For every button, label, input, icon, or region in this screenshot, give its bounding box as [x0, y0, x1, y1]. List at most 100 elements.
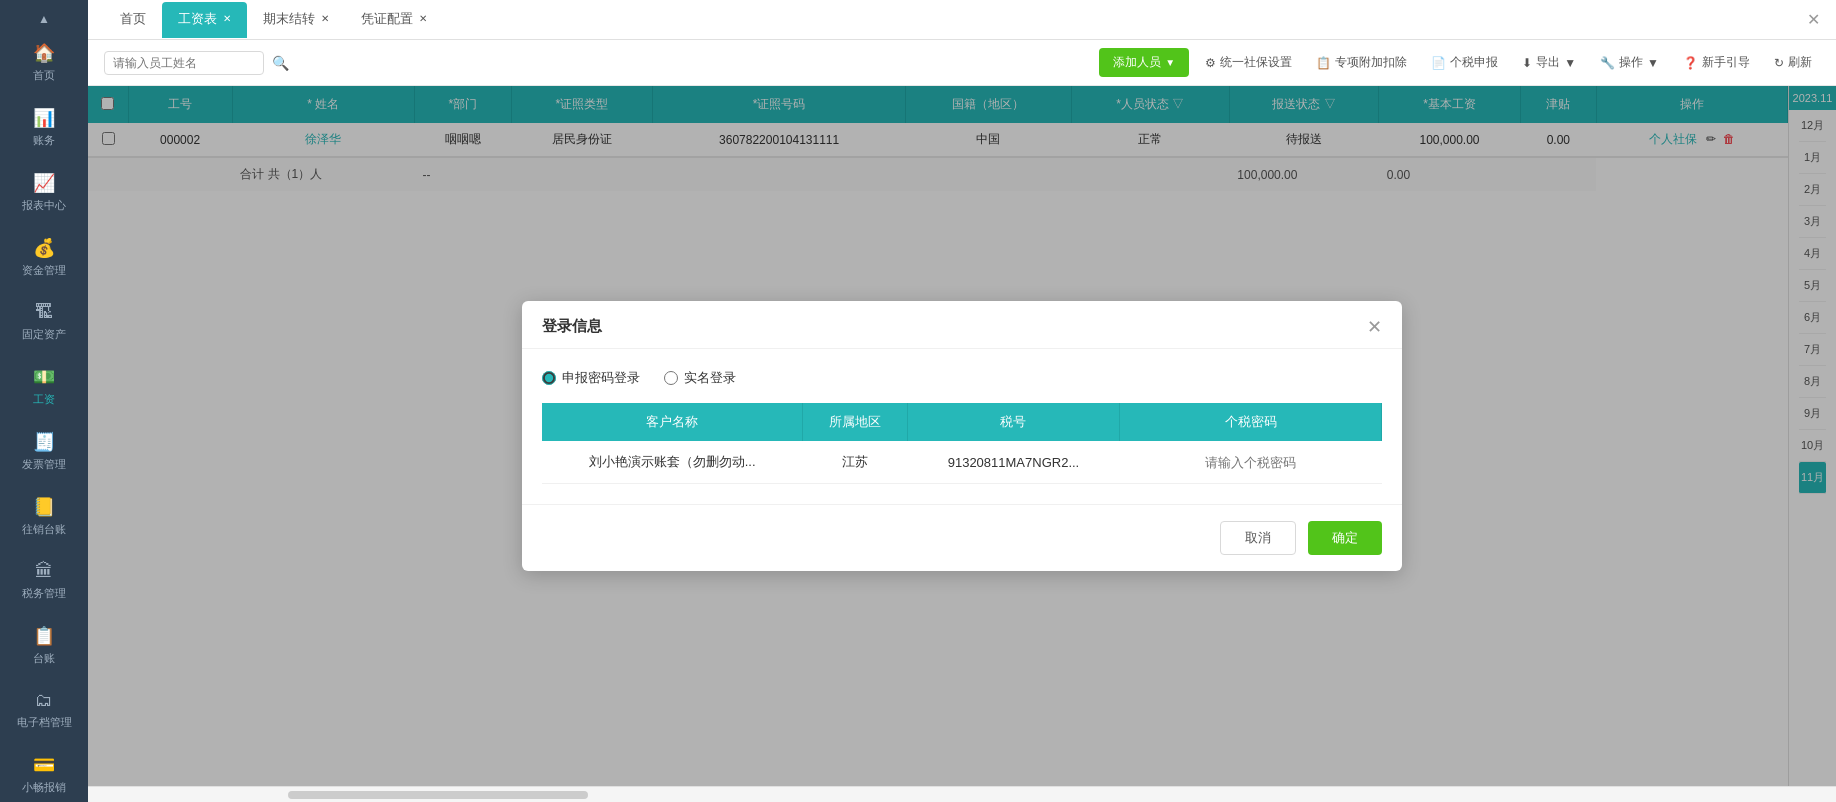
- cancel-button[interactable]: 取消: [1220, 521, 1296, 555]
- tab-salary-label: 工资表: [178, 10, 217, 28]
- dialog-col-client-name: 客户名称: [542, 403, 802, 441]
- dialog-close-button[interactable]: ✕: [1367, 318, 1382, 336]
- tab-salary-close[interactable]: ✕: [223, 13, 231, 24]
- tab-period-close[interactable]: 期末结转 ✕: [247, 2, 345, 38]
- dialog-col-tax-pwd: 个税密码: [1120, 403, 1382, 441]
- dialog-row-tax-pwd[interactable]: [1120, 441, 1382, 484]
- dialog-table: 客户名称 所属地区 税号 个税密码 刘小艳演示账套（勿删勿动... 江苏: [542, 403, 1382, 484]
- login-type-radio-group: 申报密码登录 实名登录: [542, 369, 1382, 387]
- tax-report-label: 个税申报: [1450, 54, 1498, 71]
- home-icon: 🏠: [33, 42, 55, 64]
- funds-icon: 💰: [33, 237, 55, 259]
- radio-realname-input[interactable]: [664, 371, 678, 385]
- dialog-row-client-name: 刘小艳演示账套（勿删勿动...: [542, 441, 802, 484]
- dialog-footer: 取消 确定: [522, 504, 1402, 571]
- tab-bar: 首页 工资表 ✕ 期末结转 ✕ 凭证配置 ✕ ✕: [88, 0, 1836, 40]
- toolbar-guide[interactable]: ❓ 新手引导: [1675, 50, 1758, 75]
- dialog-table-row: 刘小艳演示账套（勿删勿动... 江苏 91320811MA7NGR2...: [542, 441, 1382, 484]
- toolbar-social-security[interactable]: ⚙ 统一社保设置: [1197, 50, 1300, 75]
- sidebar-item-funds[interactable]: 💰 资金管理: [0, 225, 88, 290]
- archive-icon: 🗂: [35, 690, 53, 711]
- search-input[interactable]: [104, 51, 264, 75]
- sidebar-item-invoice[interactable]: 🧾 发票管理: [0, 419, 88, 484]
- sidebar-scroll-up[interactable]: ▲: [34, 8, 54, 30]
- accounts-icon: 📊: [33, 107, 55, 129]
- search-button[interactable]: 🔍: [272, 55, 289, 71]
- refresh-icon: ↻: [1774, 56, 1784, 70]
- sidebar-item-salary[interactable]: 💵 工资: [0, 354, 88, 419]
- sidebar-item-ledger[interactable]: 📒 往销台账: [0, 484, 88, 549]
- scroll-thumb[interactable]: [288, 791, 588, 799]
- guide-btn-icon: ❓: [1683, 56, 1698, 70]
- dialog-col-region: 所属地区: [802, 403, 907, 441]
- guide-btn-label: 新手引导: [1702, 54, 1750, 71]
- dialog-title: 登录信息: [542, 317, 602, 336]
- assets-icon: 🏗: [35, 302, 53, 323]
- tab-voucher-config-close[interactable]: ✕: [419, 13, 427, 24]
- dialog-body: 申报密码登录 实名登录 客户名称 所属地区: [522, 349, 1402, 504]
- special-deduction-icon: 📋: [1316, 56, 1331, 70]
- radio-realname-label: 实名登录: [684, 369, 736, 387]
- sidebar-item-assets[interactable]: 🏗 固定资产: [0, 290, 88, 354]
- tax-password-input[interactable]: [1132, 455, 1370, 470]
- export-label: 导出: [1536, 54, 1560, 71]
- add-employee-label: 添加人员: [1113, 54, 1161, 71]
- toolbar-special-deduction[interactable]: 📋 专项附加扣除: [1308, 50, 1415, 75]
- toolbar-operation[interactable]: 🔧 操作 ▼: [1592, 50, 1667, 75]
- book-icon: 📋: [33, 625, 55, 647]
- toolbar-export[interactable]: ⬇ 导出 ▼: [1514, 50, 1584, 75]
- tab-home[interactable]: 首页: [104, 2, 162, 38]
- sidebar-item-archive[interactable]: 🗂 电子档管理: [0, 678, 88, 742]
- dialog-overlay: 登录信息 ✕ 申报密码登录 实名登录: [88, 86, 1836, 786]
- radio-password-login[interactable]: 申报密码登录: [542, 369, 640, 387]
- tab-home-label: 首页: [120, 10, 146, 28]
- add-employee-button[interactable]: 添加人员 ▼: [1099, 48, 1189, 77]
- sidebar-item-label: 工资: [33, 392, 55, 407]
- dialog-row-tax-id: 91320811MA7NGR2...: [907, 441, 1119, 484]
- tab-voucher-config-label: 凭证配置: [361, 10, 413, 28]
- sidebar-item-label: 电子档管理: [17, 715, 72, 730]
- special-deduction-label: 专项附加扣除: [1335, 54, 1407, 71]
- ledger-icon: 📒: [33, 496, 55, 518]
- invoice-icon: 🧾: [33, 431, 55, 453]
- dialog-col-tax-id: 税号: [907, 403, 1119, 441]
- tab-period-close-icon[interactable]: ✕: [321, 13, 329, 24]
- operation-dropdown-arrow: ▼: [1647, 56, 1659, 70]
- topbar-close[interactable]: ✕: [1807, 10, 1820, 29]
- social-security-label: 统一社保设置: [1220, 54, 1292, 71]
- sidebar-item-label: 小畅报销: [22, 780, 66, 795]
- sidebar-item-book[interactable]: 📋 台账: [0, 613, 88, 678]
- sidebar-item-tax[interactable]: 🏛 税务管理: [0, 549, 88, 613]
- sidebar-item-expense[interactable]: 💳 小畅报销: [0, 742, 88, 802]
- reports-icon: 📈: [33, 172, 55, 194]
- toolbar-tax-report[interactable]: 📄 个税申报: [1423, 50, 1506, 75]
- login-dialog: 登录信息 ✕ 申报密码登录 实名登录: [522, 301, 1402, 571]
- scroll-bar-area: [88, 786, 1836, 802]
- toolbar-refresh[interactable]: ↻ 刷新: [1766, 50, 1820, 75]
- tab-period-close-label: 期末结转: [263, 10, 315, 28]
- sidebar-item-home[interactable]: 🏠 首页: [0, 30, 88, 95]
- confirm-button[interactable]: 确定: [1308, 521, 1382, 555]
- sidebar-item-label: 发票管理: [22, 457, 66, 472]
- sidebar-item-label: 税务管理: [22, 586, 66, 601]
- sidebar-item-label: 报表中心: [22, 198, 66, 213]
- sidebar: ▲ 🏠 首页 📊 账务 📈 报表中心 💰 资金管理 🏗 固定资产 💵 工资 🧾 …: [0, 0, 88, 802]
- dialog-header: 登录信息 ✕: [522, 301, 1402, 349]
- sidebar-item-reports[interactable]: 📈 报表中心: [0, 160, 88, 225]
- tab-voucher-config[interactable]: 凭证配置 ✕: [345, 2, 443, 38]
- radio-realname-login[interactable]: 实名登录: [664, 369, 736, 387]
- export-icon: ⬇: [1522, 56, 1532, 70]
- radio-password-input[interactable]: [542, 371, 556, 385]
- tab-salary[interactable]: 工资表 ✕: [162, 2, 247, 38]
- add-dropdown-arrow: ▼: [1165, 57, 1175, 68]
- sidebar-item-label: 往销台账: [22, 522, 66, 537]
- salary-icon: 💵: [33, 366, 55, 388]
- operation-label: 操作: [1619, 54, 1643, 71]
- sidebar-item-accounts[interactable]: 📊 账务: [0, 95, 88, 160]
- app-container: ▲ 🏠 首页 📊 账务 📈 报表中心 💰 资金管理 🏗 固定资产 💵 工资 🧾 …: [0, 0, 1836, 802]
- tax-icon: 🏛: [35, 561, 53, 582]
- operation-icon: 🔧: [1600, 56, 1615, 70]
- sidebar-item-label: 台账: [33, 651, 55, 666]
- toolbar: 🔍 添加人员 ▼ ⚙ 统一社保设置 📋 专项附加扣除 📄 个税申报 ⬇ 导出: [88, 40, 1836, 86]
- social-security-icon: ⚙: [1205, 56, 1216, 70]
